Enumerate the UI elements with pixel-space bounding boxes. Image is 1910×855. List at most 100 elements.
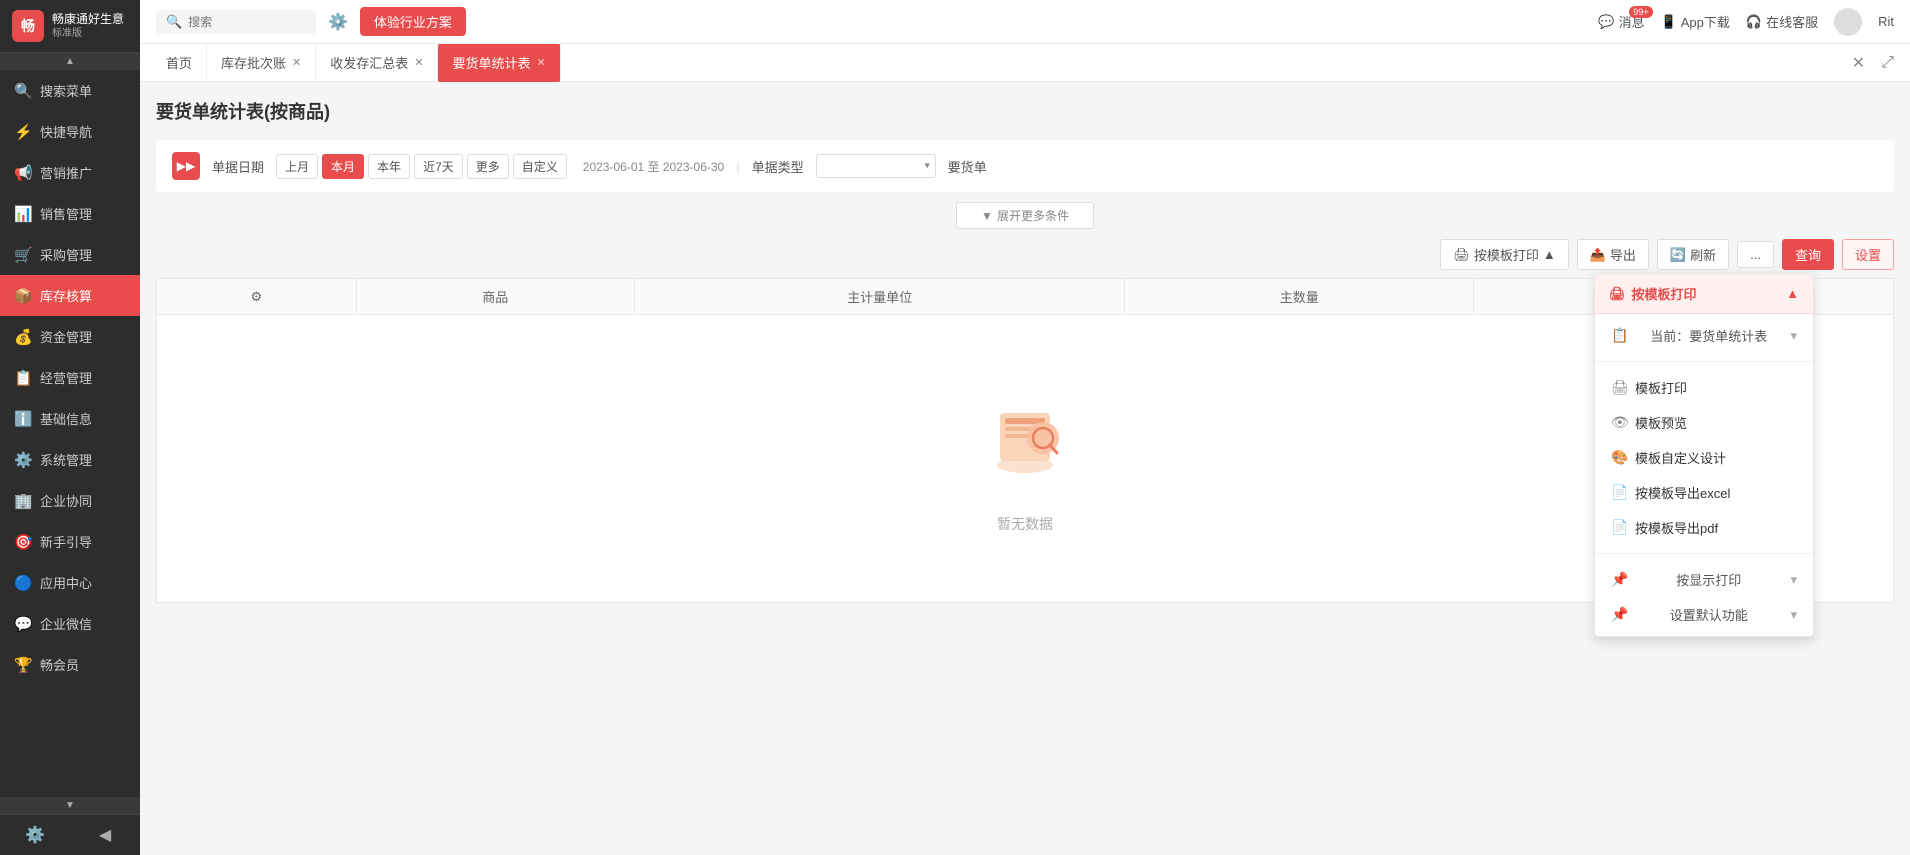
sidebar-item-app-center[interactable]: 🔵应用中心 [0, 562, 140, 603]
template-preview-icon: 👁 [1611, 414, 1627, 431]
notification-btn[interactable]: 💬 消息 99+ [1598, 12, 1644, 31]
app-download-icon: 📱 [1661, 14, 1677, 30]
query-btn[interactable]: 查询 [1782, 239, 1834, 270]
export-btn[interactable]: 📤 导出 [1577, 239, 1649, 270]
tab-close-receipt-summary[interactable]: ✕ [414, 56, 423, 69]
sidebar-item-wechat[interactable]: 💬企业微信 [0, 603, 140, 644]
inventory-icon: 📦 [14, 287, 32, 305]
sidebar-item-quick-nav[interactable]: ⚡快捷导航 [0, 111, 140, 152]
filter-expand-icon-btn[interactable]: ▶▶ [172, 152, 200, 180]
sidebar-item-inventory[interactable]: 📦库存核算 [0, 275, 140, 316]
tab-close-inventory-batch[interactable]: ✕ [292, 56, 301, 69]
dropdown-current-template[interactable]: 📋 当前：要货单统计表 ▾ [1595, 318, 1813, 353]
dropdown-item-template-custom[interactable]: 🎨模板自定义设计 [1595, 440, 1813, 475]
empty-state-text: 暂无数据 [997, 514, 1053, 534]
dropdown-item-template-print[interactable]: 🖨模板打印 [1595, 370, 1813, 405]
dropdown-item-export-excel[interactable]: 📄 按模板导出excel [1595, 475, 1813, 510]
topbar-gear-icon[interactable]: ⚙️ [328, 12, 348, 32]
tab-receipt-summary[interactable]: 收发存汇总表✕ [316, 44, 438, 82]
toolbar-right: 🖨 按模板打印 ▲ 📤 导出 🔄 刷新 ... 查询 设置 [1440, 239, 1894, 270]
date-btn-more[interactable]: 更多 [467, 154, 509, 179]
dropdown-item-export-pdf[interactable]: 📄按模板导出pdf [1595, 510, 1813, 545]
sidebar-settings-btn[interactable]: ⚙️ [0, 815, 70, 855]
dropdown-current-section: 📋 当前：要货单统计表 ▾ [1595, 314, 1813, 357]
sidebar-item-member[interactable]: 🏆畅会员 [0, 644, 140, 685]
sidebar-item-system[interactable]: ⚙️系统管理 [0, 439, 140, 480]
sidebar-item-label-sales: 销售管理 [40, 204, 92, 223]
more-btn[interactable]: ... [1737, 241, 1774, 268]
purchase-icon: 🛒 [14, 246, 32, 264]
tab-close-order-summary[interactable]: ✕ [537, 56, 546, 69]
tab-home[interactable]: 首页 [152, 44, 207, 82]
refresh-btn[interactable]: 🔄 刷新 [1657, 239, 1729, 270]
sidebar-item-enterprise[interactable]: 🏢企业协同 [0, 480, 140, 521]
print-btn[interactable]: 🖨 按模板打印 ▲ [1440, 239, 1568, 270]
sidebar-item-operation[interactable]: 📋经营管理 [0, 357, 140, 398]
tab-order-summary[interactable]: 要货单统计表✕ [438, 44, 560, 82]
toolbar-row: 🖨 按模板打印 ▲ 📤 导出 🔄 刷新 ... 查询 设置 [156, 239, 1894, 270]
export-pdf-icon: 📄 [1611, 519, 1627, 536]
sidebar-item-label-quick-nav: 快捷导航 [40, 122, 92, 141]
dropdown-divider-1 [1595, 361, 1813, 362]
dropdown-sub-item-set-default[interactable]: 📌设置默认功能▾ [1595, 597, 1813, 632]
export-excel-label: 按模板导出excel [1635, 483, 1730, 502]
date-buttons: 上月本月本年近7天更多自定义 [276, 154, 567, 179]
sidebar-scroll-down[interactable]: ▼ [0, 797, 140, 814]
date-label: 单据日期 [212, 157, 264, 176]
settings-btn[interactable]: 设置 [1842, 239, 1894, 270]
sidebar-item-marketing[interactable]: 📢营销推广 [0, 152, 140, 193]
user-avatar[interactable] [1834, 8, 1862, 36]
template-custom-icon: 🎨 [1611, 449, 1627, 466]
dropdown-sub-item-display-print[interactable]: 📌按显示打印▾ [1595, 562, 1813, 597]
refresh-label: 刷新 [1690, 245, 1716, 264]
notification-icon: 💬 [1598, 14, 1614, 30]
sidebar-item-label-app-center: 应用中心 [40, 573, 92, 592]
date-btn-last-7days[interactable]: 近7天 [414, 154, 463, 179]
logo-sub: 标准版 [52, 27, 124, 40]
sidebar: 畅 畅康通好生意 标准版 ▲ 🔍搜索菜单⚡快捷导航📢营销推广📊销售管理🛒采购管理… [0, 0, 140, 855]
sidebar-item-label-enterprise: 企业协同 [40, 491, 92, 510]
expand-more-row: ▼ 展开更多条件 [156, 202, 1894, 229]
sidebar-scroll-up[interactable]: ▲ [0, 53, 140, 70]
dropdown-collapse-btn[interactable]: ▲ [1786, 286, 1799, 301]
export-excel-icon: 📄 [1611, 484, 1627, 501]
online-service-icon: 🎧 [1746, 14, 1762, 30]
trial-button[interactable]: 体验行业方案 [360, 7, 466, 36]
sidebar-item-search[interactable]: 🔍搜索菜单 [0, 70, 140, 111]
sidebar-item-finance[interactable]: 💰资金管理 [0, 316, 140, 357]
empty-icon [975, 383, 1075, 502]
sidebar-item-newbie[interactable]: 🎯新手引导 [0, 521, 140, 562]
set-default-label: 设置默认功能 [1670, 605, 1748, 624]
app-download-btn[interactable]: 📱 App下载 [1661, 12, 1730, 31]
sidebar-collapse-btn[interactable]: ◀ [70, 815, 140, 855]
display-print-arrow: ▾ [1790, 572, 1797, 588]
sidebar-item-label-basic: 基础信息 [40, 409, 92, 428]
online-service-btn[interactable]: 🎧 在线客服 [1746, 12, 1818, 31]
sidebar-logo: 畅 畅康通好生意 标准版 [0, 0, 140, 53]
current-template-icon: 📋 [1611, 327, 1627, 344]
dropdown-divider-2 [1595, 553, 1813, 554]
sidebar-item-basic[interactable]: ℹ️基础信息 [0, 398, 140, 439]
window-maximize-btn[interactable]: ⤢ [1877, 50, 1898, 76]
display-print-label: 按显示打印 [1676, 570, 1741, 589]
date-btn-custom[interactable]: 自定义 [513, 154, 567, 179]
date-btn-prev-month[interactable]: 上月 [276, 154, 318, 179]
current-template-label: 当前：要货单统计表 [1650, 326, 1767, 345]
dropdown-item-template-preview[interactable]: 👁模板预览 [1595, 405, 1813, 440]
expand-more-btn[interactable]: ▼ 展开更多条件 [956, 202, 1094, 229]
tab-inventory-batch[interactable]: 库存批次账 ✕ [207, 44, 316, 82]
date-btn-current-month[interactable]: 本月 [322, 154, 364, 179]
tab-label-inventory-batch: 库存批次账 [221, 53, 286, 72]
search-input[interactable] [188, 15, 288, 29]
date-btn-current-year[interactable]: 本年 [368, 154, 410, 179]
type-select[interactable] [816, 154, 936, 178]
sidebar-item-label-system: 系统管理 [40, 450, 92, 469]
sidebar-item-sales[interactable]: 📊销售管理 [0, 193, 140, 234]
logo-icon: 畅 [12, 10, 44, 42]
expand-more-icon: ▼ [981, 209, 993, 223]
sidebar-item-purchase[interactable]: 🛒采购管理 [0, 234, 140, 275]
window-close-btn[interactable]: ✕ [1848, 49, 1869, 77]
sidebar-item-label-search: 搜索菜单 [40, 81, 92, 100]
th-settings[interactable]: ⚙ [157, 279, 357, 315]
print-label: 按模板打印 [1474, 245, 1539, 264]
